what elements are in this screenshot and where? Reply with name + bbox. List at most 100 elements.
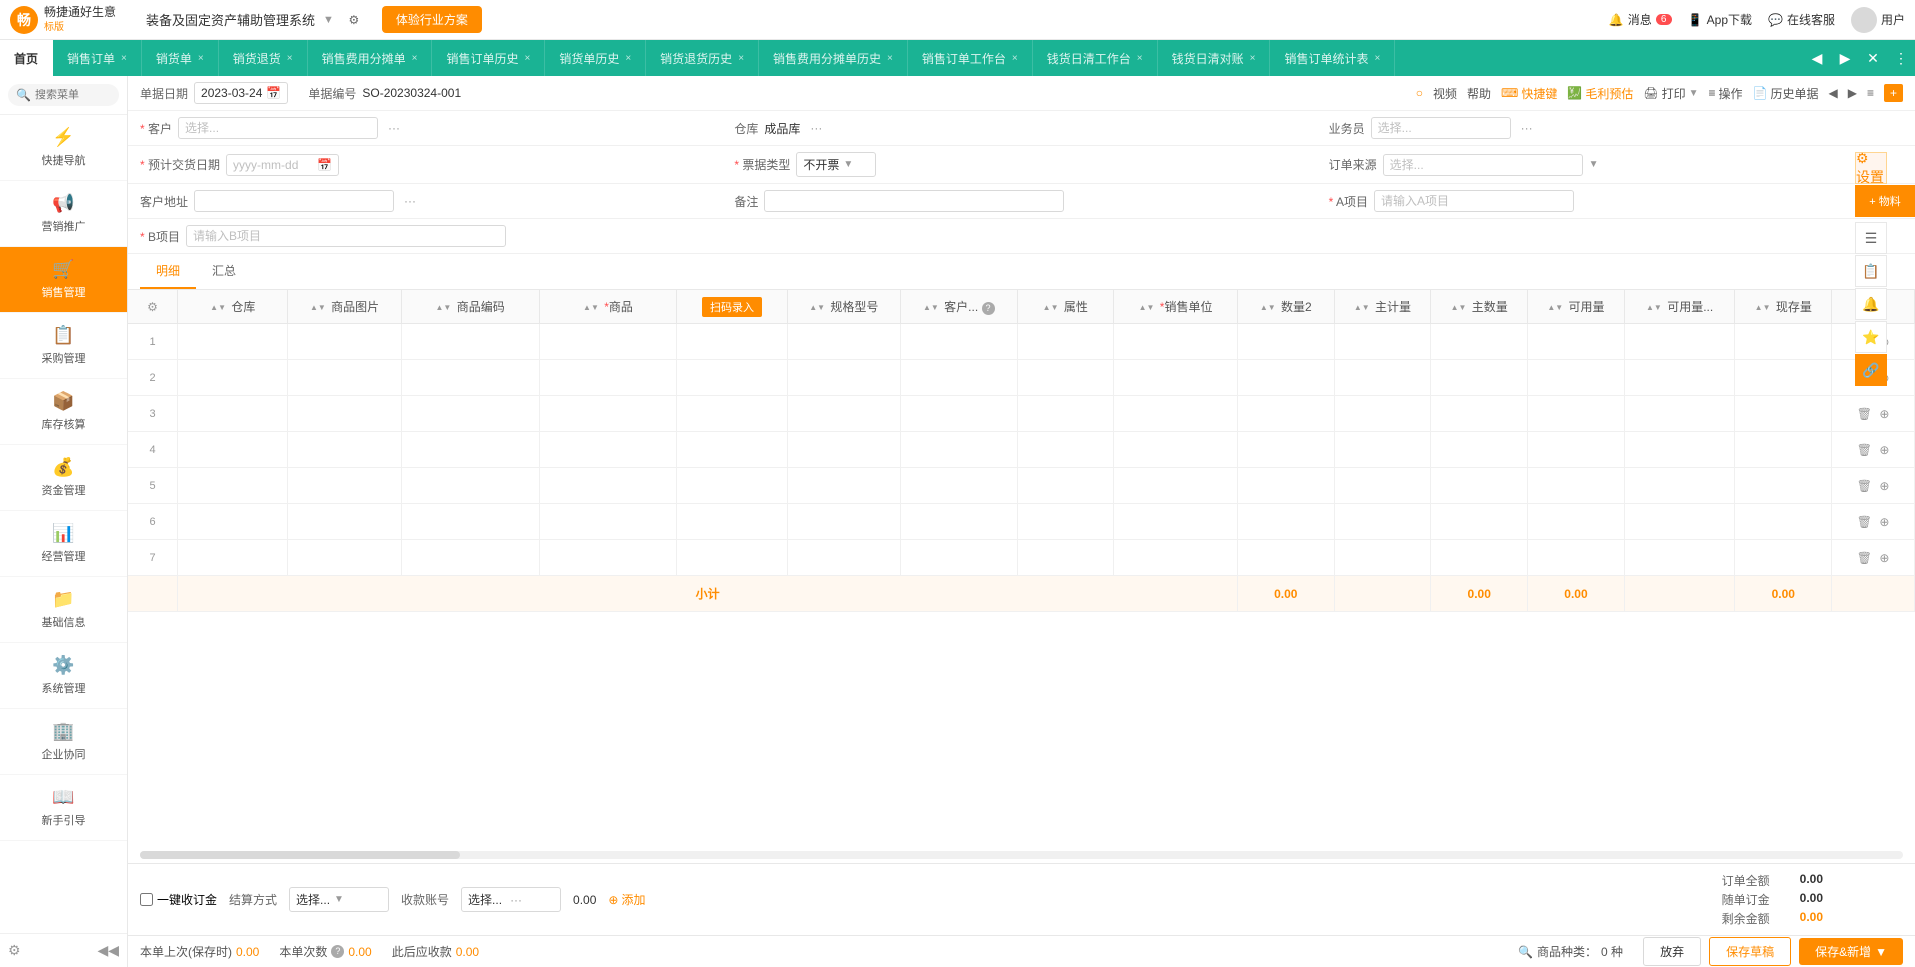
search-input[interactable] <box>35 89 111 101</box>
delete-row-icon[interactable]: 🗑 <box>1857 443 1872 457</box>
customer-more-icon[interactable]: ··· <box>388 121 400 135</box>
sidebar-item-operations[interactable]: 📊 经营管理 <box>0 511 127 577</box>
copy-row-icon[interactable]: ⊕ <box>1879 515 1889 529</box>
nav-next-btn[interactable]: ▶ <box>1848 86 1857 100</box>
tab-cash-workbench[interactable]: 钱货日清工作台 × <box>1033 40 1158 76</box>
cell-image[interactable] <box>288 504 401 540</box>
cell-goods[interactable] <box>539 468 677 504</box>
sidebar-item-sales[interactable]: 🛒 销售管理 <box>0 247 127 313</box>
cell-image[interactable] <box>288 360 401 396</box>
sidebar-item-basic-info[interactable]: 📁 基础信息 <box>0 577 127 643</box>
sidebar-item-marketing[interactable]: 📢 营销推广 <box>0 181 127 247</box>
invoice-type-select[interactable]: 不开票 ▼ <box>796 152 876 177</box>
add-btn[interactable]: ⊕ 添加 <box>608 891 645 908</box>
cell-qty2[interactable] <box>1238 360 1334 396</box>
cell-sales-unit[interactable] <box>1114 324 1238 360</box>
cell-available-more[interactable] <box>1624 360 1735 396</box>
cell-spec[interactable] <box>787 504 900 540</box>
save-new-dropdown-icon[interactable]: ▼ <box>1875 945 1887 959</box>
copy-row-icon[interactable]: ⊕ <box>1879 443 1889 457</box>
cell-sales-unit[interactable] <box>1114 468 1238 504</box>
cell-qty2[interactable] <box>1238 540 1334 576</box>
addr-more-icon[interactable]: ··· <box>404 194 416 208</box>
cell-available[interactable] <box>1528 540 1625 576</box>
cell-scan[interactable] <box>677 360 787 396</box>
cell-customer-info[interactable] <box>900 432 1017 468</box>
sidebar-item-system[interactable]: ⚙️ 系统管理 <box>0 643 127 709</box>
toolbar-view[interactable]: 视频 <box>1433 85 1457 102</box>
tab-order-workbench[interactable]: 销售订单工作台 × <box>908 40 1033 76</box>
right-panel-add-btn[interactable]: + 物料 <box>1855 185 1915 217</box>
notice-btn[interactable]: 🔔 消息 6 <box>1609 11 1672 28</box>
cell-main-qty[interactable] <box>1431 540 1528 576</box>
sidebar-item-guide[interactable]: 📖 新手引导 <box>0 775 127 841</box>
cell-main-unit[interactable] <box>1334 540 1431 576</box>
cell-image[interactable] <box>288 468 401 504</box>
cell-code[interactable] <box>401 432 539 468</box>
h-scrollbar[interactable] <box>140 851 1903 859</box>
collection-account-select[interactable]: 选择... ··· <box>461 887 561 912</box>
quick-checkout-checkbox-label[interactable]: 一键收订金 <box>140 891 217 908</box>
cell-image[interactable] <box>288 324 401 360</box>
app-download-btn[interactable]: 📱 App下载 <box>1688 11 1752 28</box>
toolbar-shortcut[interactable]: ⌨ 快捷键 <box>1501 85 1557 102</box>
right-panel-link-icon[interactable]: 🔗 <box>1855 354 1887 386</box>
notes-input[interactable] <box>764 190 1064 212</box>
cell-warehouse[interactable] <box>178 468 288 504</box>
cell-main-qty[interactable] <box>1431 432 1528 468</box>
cell-available-more[interactable] <box>1624 504 1735 540</box>
cell-customer-info[interactable] <box>900 540 1017 576</box>
close-tab-icon[interactable]: × <box>287 53 293 64</box>
cell-stock[interactable] <box>1735 360 1832 396</box>
tab-summary[interactable]: 汇总 <box>196 254 252 289</box>
cell-warehouse[interactable] <box>178 360 288 396</box>
tab-sales-goods-history[interactable]: 销货单历史 × <box>545 40 646 76</box>
tab-sales-order-history[interactable]: 销售订单历史 × <box>432 40 545 76</box>
sidebar-item-inventory[interactable]: 📦 库存核算 <box>0 379 127 445</box>
cell-available[interactable] <box>1528 504 1625 540</box>
tab-sales-return[interactable]: 销货退货 × <box>219 40 308 76</box>
cell-goods[interactable] <box>539 324 677 360</box>
cell-scan[interactable] <box>677 504 787 540</box>
close-tab-icon[interactable]: × <box>1250 53 1256 64</box>
close-tab-icon[interactable]: × <box>412 53 418 64</box>
toolbar-ops[interactable]: ≡ 操作 <box>1709 85 1743 102</box>
tab-sales-goods[interactable]: 销货单 × <box>142 40 219 76</box>
cell-image[interactable] <box>288 540 401 576</box>
customer-addr-input[interactable] <box>194 190 394 212</box>
cell-goods[interactable] <box>539 504 677 540</box>
cell-main-unit[interactable] <box>1334 468 1431 504</box>
right-panel-record-icon[interactable]: 📋 <box>1855 255 1887 287</box>
cell-code[interactable] <box>401 360 539 396</box>
close-tab-icon[interactable]: × <box>121 53 127 64</box>
warehouse-more-icon[interactable]: ··· <box>810 121 822 135</box>
cell-attribute[interactable] <box>1017 396 1113 432</box>
cell-main-unit[interactable] <box>1334 432 1431 468</box>
column-settings-icon[interactable]: ⚙ <box>147 300 158 314</box>
cell-main-qty[interactable] <box>1431 504 1528 540</box>
cell-spec[interactable] <box>787 396 900 432</box>
cell-warehouse[interactable] <box>178 540 288 576</box>
cell-sales-unit[interactable] <box>1114 504 1238 540</box>
tab-sales-stats[interactable]: 销售订单统计表 × <box>1270 40 1395 76</box>
sidebar-item-finance[interactable]: 💰 资金管理 <box>0 445 127 511</box>
payment-method-select[interactable]: 选择... ▼ <box>289 887 389 912</box>
cell-available-more[interactable] <box>1624 324 1735 360</box>
online-service-btn[interactable]: 💬 在线客服 <box>1768 11 1835 28</box>
date-field[interactable]: 2023-03-24 📅 <box>194 82 288 104</box>
cell-available-more[interactable] <box>1624 540 1735 576</box>
cell-main-unit[interactable] <box>1334 324 1431 360</box>
calendar-icon[interactable]: 📅 <box>266 86 281 100</box>
tab-sales-expense[interactable]: 销售费用分摊单 × <box>308 40 433 76</box>
cell-available[interactable] <box>1528 360 1625 396</box>
cell-goods[interactable] <box>539 540 677 576</box>
cell-attribute[interactable] <box>1017 432 1113 468</box>
cell-code[interactable] <box>401 324 539 360</box>
cell-sales-unit[interactable] <box>1114 432 1238 468</box>
cell-warehouse[interactable] <box>178 432 288 468</box>
save-draft-button[interactable]: 保存草稿 <box>1709 937 1791 966</box>
nav-next-icon[interactable]: ▶ <box>1831 44 1859 72</box>
cell-customer-info[interactable] <box>900 360 1017 396</box>
cell-main-unit[interactable] <box>1334 396 1431 432</box>
close-tab-icon[interactable]: × <box>524 53 530 64</box>
